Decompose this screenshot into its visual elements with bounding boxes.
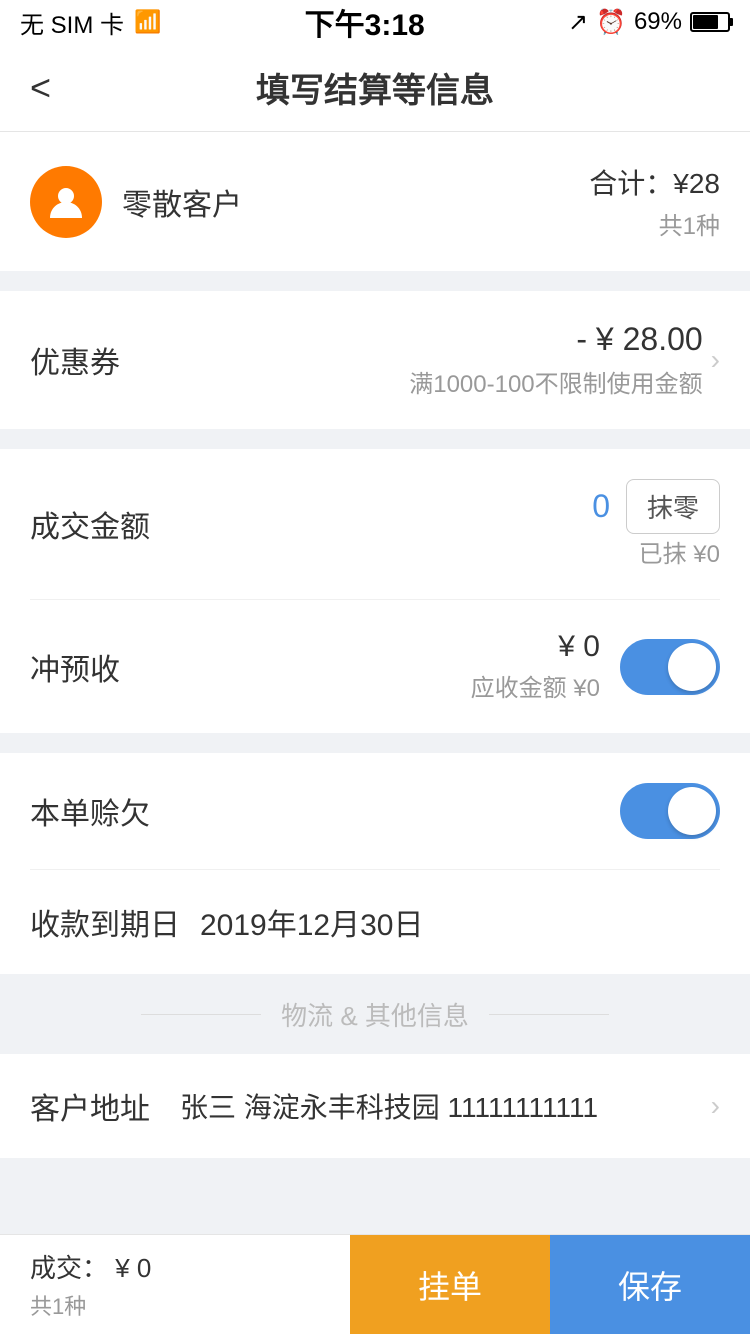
total-count: 共1种 [589, 206, 720, 241]
address-value: 张三 海淀永丰科技园 11111111111 [180, 1086, 703, 1126]
toggle-knob [668, 643, 716, 691]
battery-percent: 69% [634, 8, 682, 36]
customer-total: 合计：¥28 共1种 [589, 162, 720, 241]
chevron-right-icon: › [711, 344, 720, 376]
prepay-toggle[interactable] [620, 639, 720, 695]
back-button[interactable]: < [30, 67, 51, 109]
page-title: 填写结算等信息 [256, 63, 494, 112]
address-row[interactable]: 客户地址 张三 海淀永丰科技园 11111111111 › [30, 1054, 720, 1158]
deal-amount-input[interactable] [530, 488, 610, 525]
customer-row: 零散客户 合计：¥28 共1种 [30, 132, 720, 271]
prepay-label: 冲预收 [30, 645, 120, 689]
bottom-summary: 成交： ¥ 0 共1种 [0, 1248, 350, 1321]
logistics-divider: 物流 & 其他信息 [0, 974, 750, 1054]
status-left: 无 SIM 卡 📶 [20, 5, 161, 40]
round-zero-button[interactable]: 抹零 [626, 479, 720, 534]
prepay-amount: ¥ 0 [471, 630, 600, 664]
credit-label: 本单赊欠 [30, 789, 150, 833]
customer-name: 零散客户 [122, 180, 242, 224]
deal-amount-row: 成交金额 抹零 已抹 ¥0 [30, 449, 720, 600]
bottom-summary-count: 共1种 [30, 1289, 320, 1321]
status-right: ↗ ⏰ 69% [568, 8, 730, 37]
address-section[interactable]: 客户地址 张三 海淀永丰科技园 11111111111 › [0, 1054, 750, 1158]
divider-2 [0, 429, 750, 449]
credit-row: 本单赊欠 [30, 753, 720, 869]
wifi-icon: 📶 [134, 9, 161, 35]
status-bar: 无 SIM 卡 📶 下午3:18 ↗ ⏰ 69% [0, 0, 750, 44]
address-chevron-icon: › [711, 1090, 720, 1122]
coupon-right: - ¥ 28.00 满1000-100不限制使用金额 › [409, 321, 720, 399]
customer-section: 零散客户 合计：¥28 共1种 [0, 132, 750, 271]
deal-amount-label: 成交金额 [30, 502, 150, 546]
duedate-row: 收款到期日 2019年12月30日 [30, 869, 720, 974]
coupon-info: - ¥ 28.00 满1000-100不限制使用金额 [409, 321, 702, 399]
coupon-section[interactable]: 优惠券 - ¥ 28.00 满1000-100不限制使用金额 › [0, 291, 750, 429]
duedate-value: 2019年12月30日 [200, 900, 423, 944]
address-label: 客户地址 [30, 1084, 150, 1128]
already-rounded: 已抹 ¥0 [530, 534, 720, 569]
divider-3 [0, 733, 750, 753]
prepay-right: ¥ 0 应收金额 ¥0 [471, 630, 720, 703]
prepay-values: ¥ 0 应收金额 ¥0 [471, 630, 600, 703]
prepay-receivable: 应收金额 ¥0 [471, 668, 600, 703]
deal-amount-controls: 抹零 [530, 479, 720, 534]
coupon-label: 优惠券 [30, 338, 120, 382]
deal-amount-right: 抹零 已抹 ¥0 [530, 479, 720, 569]
customer-info: 零散客户 [30, 166, 242, 238]
status-time: 下午3:18 [305, 0, 425, 44]
deal-section: 成交金额 抹零 已抹 ¥0 冲预收 ¥ 0 应收金额 ¥0 [0, 449, 750, 733]
coupon-amount: - ¥ 28.00 [409, 321, 702, 358]
coupon-row[interactable]: 优惠券 - ¥ 28.00 满1000-100不限制使用金额 › [30, 291, 720, 429]
divider-1 [0, 271, 750, 291]
logistics-text: 物流 & 其他信息 [141, 996, 609, 1033]
avatar [30, 166, 102, 238]
credit-section: 本单赊欠 收款到期日 2019年12月30日 [0, 753, 750, 974]
bottom-bar: 成交： ¥ 0 共1种 挂单 保存 [0, 1234, 750, 1334]
save-button[interactable]: 保存 [550, 1235, 750, 1334]
alarm-icon: ⏰ [596, 8, 626, 37]
logistics-label: 物流 & 其他信息 [281, 996, 469, 1033]
logistics-line-left [141, 1014, 261, 1015]
coupon-desc: 满1000-100不限制使用金额 [409, 364, 702, 399]
credit-toggle-knob [668, 787, 716, 835]
pending-button[interactable]: 挂单 [350, 1235, 550, 1334]
nav-bar: < 填写结算等信息 [0, 44, 750, 132]
duedate-label: 收款到期日 [30, 900, 180, 944]
person-icon [46, 182, 86, 222]
battery-icon [690, 12, 730, 32]
sim-status: 无 SIM 卡 [20, 5, 124, 40]
bottom-summary-label: 成交： ¥ 0 [30, 1248, 320, 1285]
total-amount: 合计：¥28 [589, 162, 720, 202]
location-icon: ↗ [568, 8, 588, 37]
logistics-line-right [489, 1014, 609, 1015]
prepay-row: 冲预收 ¥ 0 应收金额 ¥0 [30, 600, 720, 733]
credit-toggle[interactable] [620, 783, 720, 839]
